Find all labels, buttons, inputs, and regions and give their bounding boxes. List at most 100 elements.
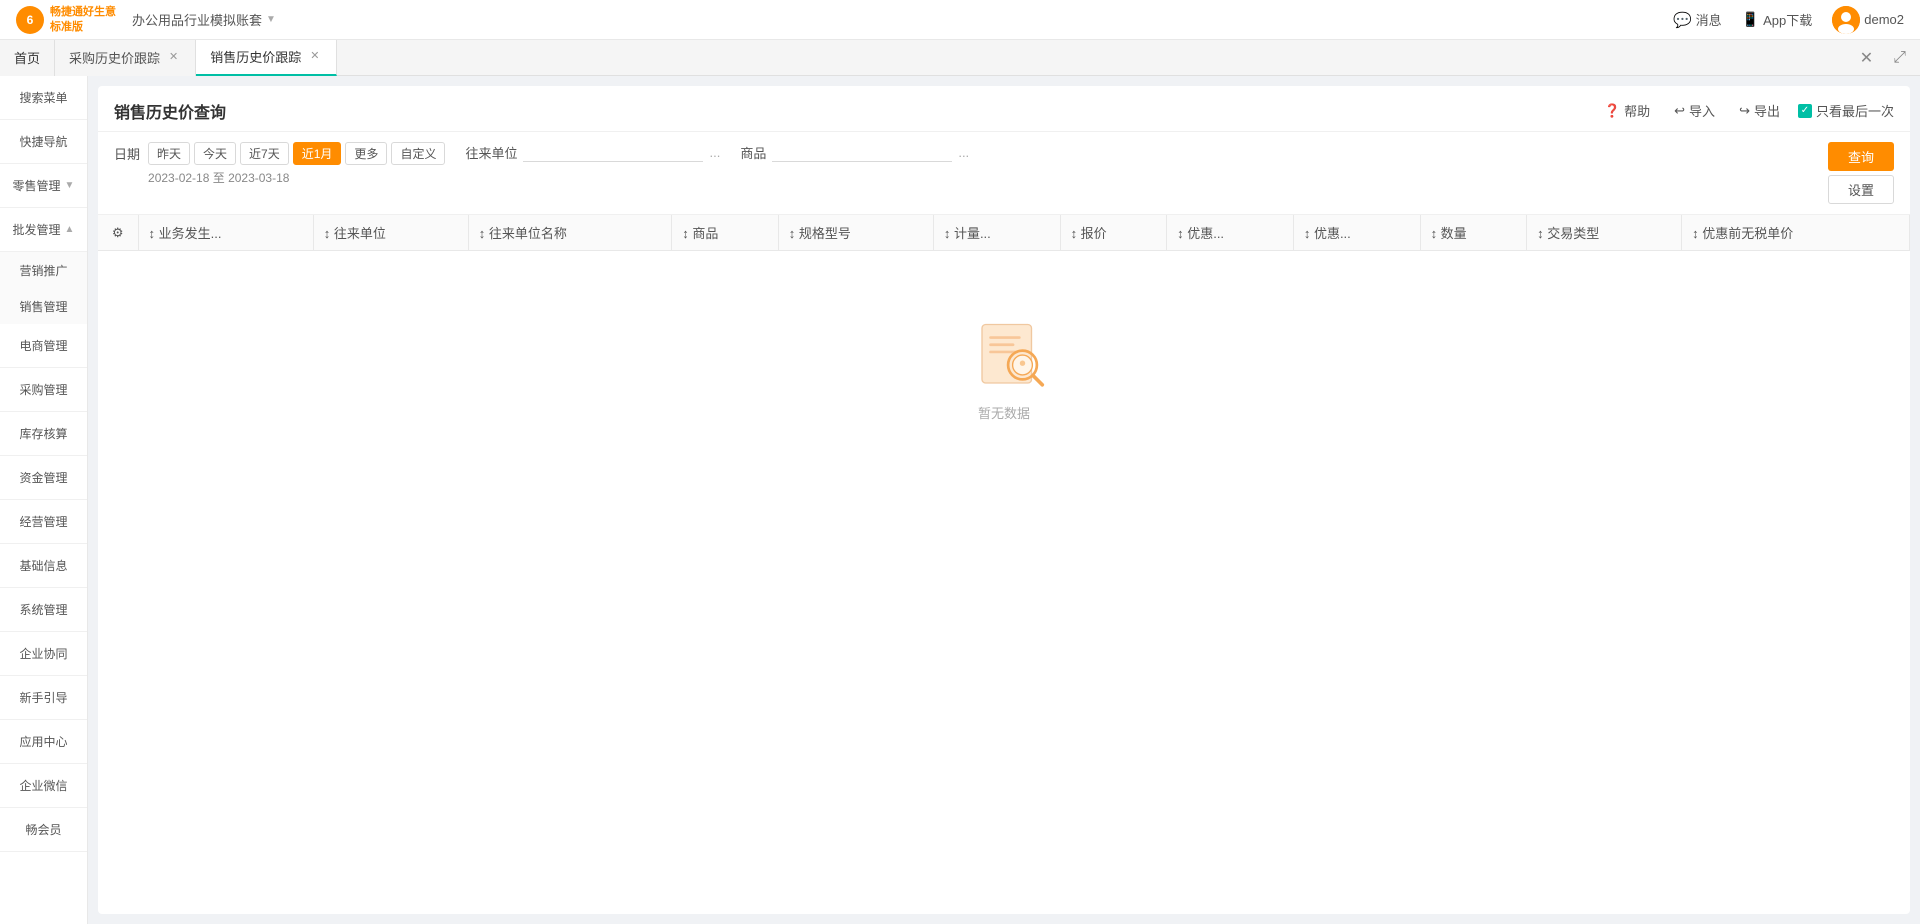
tab-purchase-history[interactable]: 采购历史价跟踪 ✕ — [55, 40, 196, 76]
message-label: 消息 — [1696, 10, 1722, 29]
app-selector[interactable]: 办公用品行业模拟账套 ▼ — [124, 6, 284, 33]
operations-label: 经营管理 — [19, 513, 67, 530]
th-discount1-label: ↕ 优惠... — [1177, 223, 1224, 242]
finance-label: 资金管理 — [19, 469, 67, 486]
sidebar-item-operations[interactable]: 经营管理 — [0, 500, 87, 544]
ecommerce-label: 电商管理 — [19, 337, 67, 354]
partner-filter-label: 往来单位 — [465, 143, 517, 162]
th-partner-name-label: ↕ 往来单位名称 — [479, 223, 567, 242]
th-spec[interactable]: ↕ 规格型号 — [778, 215, 933, 251]
user-area[interactable]: demo2 — [1832, 6, 1904, 34]
app-name: 办公用品行业模拟账套 — [132, 10, 262, 29]
quick-nav-label: 快捷导航 — [19, 133, 67, 150]
th-quote[interactable]: ↕ 报价 — [1060, 215, 1167, 251]
app-center-label: 应用中心 — [19, 733, 67, 750]
content-area: 销售历史价查询 ❓ 帮助 ↩ 导入 ↪ 导出 ✓ — [88, 76, 1920, 924]
sidebar-item-system[interactable]: 系统管理 — [0, 588, 87, 632]
header-left: 6 畅捷通好生意 标准版 办公用品行业模拟账套 ▼ — [16, 5, 284, 34]
sidebar-item-new-guide[interactable]: 新手引导 — [0, 676, 87, 720]
search-menu-label: 搜索菜单 — [19, 89, 67, 106]
date-filter-controls: 昨天 今天 近7天 近1月 更多 自定义 2023-02-18 至 2023-0… — [148, 142, 445, 186]
sidebar-item-quick-nav[interactable]: 快捷导航 — [0, 120, 87, 164]
dropdown-icon: ▼ — [266, 14, 276, 25]
app-download-label: App下载 — [1763, 10, 1812, 29]
enterprise-collab-label: 企业协同 — [19, 645, 67, 662]
sidebar-item-sales-mgmt[interactable]: 销售管理 — [0, 288, 87, 324]
date-btn-today[interactable]: 今天 — [194, 142, 236, 165]
message-btn[interactable]: 💬 消息 — [1673, 10, 1722, 29]
th-pre-tax-price[interactable]: ↕ 优惠前无税单价 — [1682, 215, 1910, 251]
help-btn[interactable]: ❓ 帮助 — [1598, 98, 1656, 123]
tab-home[interactable]: 首页 — [0, 40, 55, 76]
date-btn-yesterday[interactable]: 昨天 — [148, 142, 190, 165]
logo-area: 6 畅捷通好生意 标准版 — [16, 5, 116, 34]
only-last-checkbox-label[interactable]: ✓ 只看最后一次 — [1798, 101, 1894, 120]
app-download-btn[interactable]: 📱 App下载 — [1742, 10, 1813, 29]
date-btn-1month[interactable]: 近1月 — [293, 142, 342, 165]
th-quantity-label: ↕ 数量 — [1431, 223, 1467, 242]
th-gear[interactable]: ⚙ — [98, 215, 138, 251]
th-discount1[interactable]: ↕ 优惠... — [1167, 215, 1294, 251]
purchase-label: 采购管理 — [19, 381, 67, 398]
th-discount2-label: ↕ 优惠... — [1304, 223, 1351, 242]
marketing-label: 营销推广 — [19, 262, 67, 279]
sidebar-item-marketing[interactable]: 营销推广 — [0, 252, 87, 288]
maximize-window-btn[interactable]: ⤢ — [1887, 47, 1912, 69]
export-btn[interactable]: ↪ 导出 — [1733, 98, 1786, 123]
import-btn[interactable]: ↩ 导入 — [1668, 98, 1721, 123]
sidebar-item-search-menu[interactable]: 搜索菜单 — [0, 76, 87, 120]
sidebar-item-ecommerce[interactable]: 电商管理 — [0, 324, 87, 368]
th-partner-name[interactable]: ↕ 往来单位名称 — [468, 215, 672, 251]
settings-button[interactable]: 设置 — [1828, 175, 1894, 204]
tab-purchase-label: 采购历史价跟踪 — [69, 48, 160, 67]
logo-text: 畅捷通好生意 标准版 — [50, 5, 116, 34]
wholesale-label: 批发管理 — [13, 221, 61, 238]
tab-bar: 首页 采购历史价跟踪 ✕ 销售历史价跟踪 ✕ ✕ ⤢ — [0, 40, 1920, 76]
th-spec-label: ↕ 规格型号 — [789, 223, 851, 242]
sidebar-item-wholesale[interactable]: 批发管理 ▲ — [0, 208, 87, 252]
new-guide-label: 新手引导 — [19, 689, 67, 706]
system-label: 系统管理 — [19, 601, 67, 618]
sidebar-item-retail[interactable]: 零售管理 ▼ — [0, 164, 87, 208]
th-biz-date-label: ↕ 业务发生... — [149, 223, 222, 242]
th-discount2[interactable]: ↕ 优惠... — [1293, 215, 1420, 251]
close-window-btn[interactable]: ✕ — [1854, 46, 1879, 70]
tab-purchase-close[interactable]: ✕ — [166, 51, 181, 64]
sidebar-item-inventory[interactable]: 库存核算 — [0, 412, 87, 456]
sidebar-item-enterprise-wechat[interactable]: 企业微信 — [0, 764, 87, 808]
partner-filter-field: 往来单位 ... — [465, 142, 720, 162]
sidebar-item-app-center[interactable]: 应用中心 — [0, 720, 87, 764]
tab-sales-history[interactable]: 销售历史价跟踪 ✕ — [196, 40, 337, 76]
sidebar-item-vip[interactable]: 畅会员 — [0, 808, 87, 852]
only-last-checkbox[interactable]: ✓ — [1798, 104, 1812, 118]
date-btn-more[interactable]: 更多 — [345, 142, 387, 165]
th-quantity[interactable]: ↕ 数量 — [1420, 215, 1527, 251]
th-unit[interactable]: ↕ 计量... — [933, 215, 1060, 251]
product-input[interactable] — [772, 142, 952, 162]
date-btn-7days[interactable]: 近7天 — [240, 142, 289, 165]
th-trade-type[interactable]: ↕ 交易类型 — [1527, 215, 1682, 251]
tab-bar-right: ✕ ⤢ — [1854, 46, 1920, 70]
username: demo2 — [1864, 12, 1904, 27]
basic-info-label: 基础信息 — [19, 557, 67, 574]
date-filter-group: 日期 昨天 今天 近7天 近1月 更多 自定义 2023-02-18 至 202… — [114, 142, 445, 186]
message-icon: 💬 — [1673, 11, 1692, 29]
page-content: 销售历史价查询 ❓ 帮助 ↩ 导入 ↪ 导出 ✓ — [98, 86, 1910, 914]
th-biz-date[interactable]: ↕ 业务发生... — [138, 215, 313, 251]
only-last-label: 只看最后一次 — [1816, 101, 1894, 120]
query-button[interactable]: 查询 — [1828, 142, 1894, 171]
sidebar-item-enterprise-collab[interactable]: 企业协同 — [0, 632, 87, 676]
date-btn-custom[interactable]: 自定义 — [391, 142, 445, 165]
date-filter-label: 日期 — [114, 142, 140, 163]
partner-input[interactable] — [523, 142, 703, 162]
sidebar-item-finance[interactable]: 资金管理 — [0, 456, 87, 500]
empty-text: 暂无数据 — [978, 403, 1030, 422]
export-icon: ↪ — [1739, 103, 1750, 119]
help-label: 帮助 — [1624, 101, 1650, 120]
th-product[interactable]: ↕ 商品 — [672, 215, 779, 251]
th-partner-code[interactable]: ↕ 往来单位 — [313, 215, 468, 251]
sidebar-item-basic-info[interactable]: 基础信息 — [0, 544, 87, 588]
sidebar-item-purchase[interactable]: 采购管理 — [0, 368, 87, 412]
gear-icon: ⚙ — [112, 225, 124, 240]
tab-sales-close[interactable]: ✕ — [307, 50, 322, 63]
